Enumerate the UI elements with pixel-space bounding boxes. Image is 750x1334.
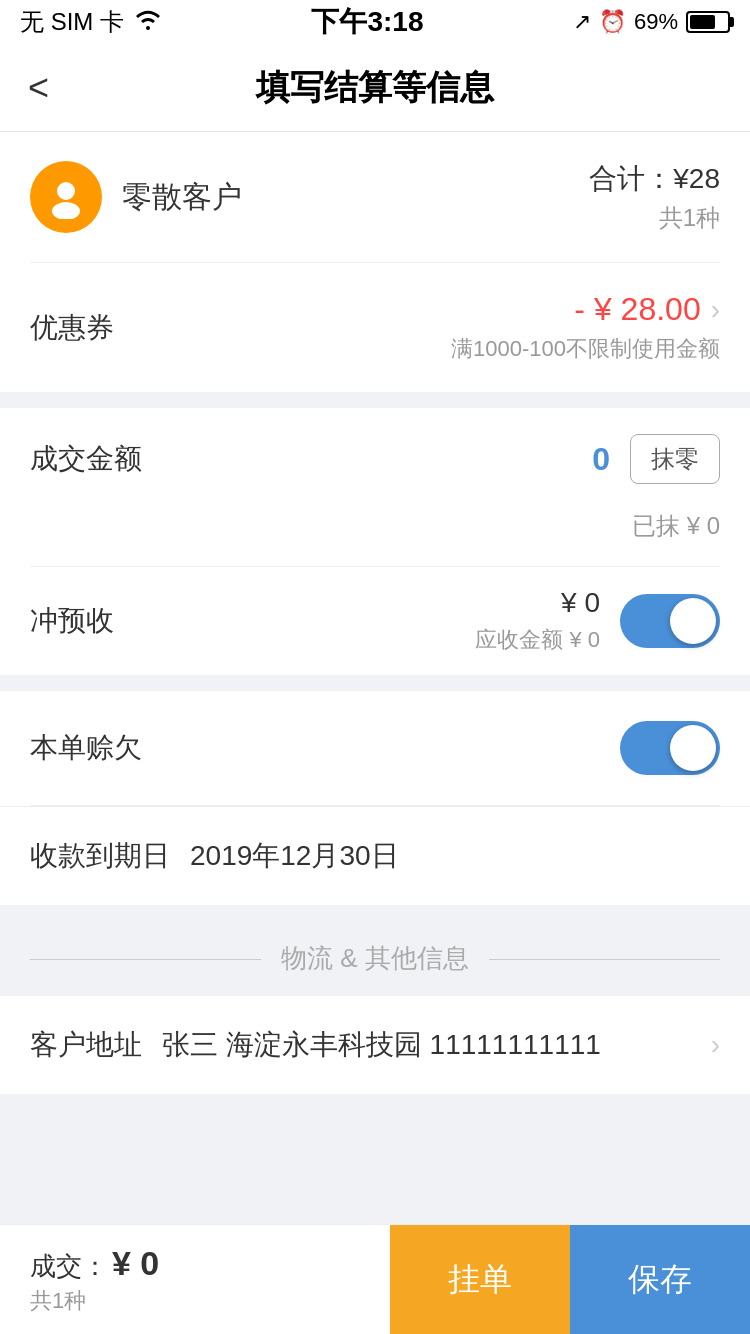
rounded-sub: 已抹 ¥ 0 — [0, 510, 750, 566]
no-sim-text: 无 SIM 卡 — [20, 6, 124, 38]
advance-toggle[interactable] — [620, 594, 720, 648]
customer-row: 零散客户 合计：¥28 共1种 — [0, 132, 750, 262]
advance-sub: 应收金额 ¥ 0 — [475, 625, 600, 655]
due-date-value: 2019年12月30日 — [190, 837, 399, 875]
svg-point-1 — [52, 202, 80, 219]
customer-count: 共1种 — [589, 202, 720, 234]
hang-order-button[interactable]: 挂单 — [390, 1225, 570, 1335]
advance-right: ¥ 0 应收金额 ¥ 0 — [475, 587, 600, 655]
page-title: 填写结算等信息 — [256, 65, 494, 111]
address-row[interactable]: 客户地址 张三 海淀永丰科技园 11111111111 › — [0, 996, 750, 1094]
due-date-label: 收款到期日 — [30, 837, 170, 875]
address-value: 张三 海淀永丰科技园 11111111111 — [162, 1026, 711, 1064]
back-button[interactable]: < — [28, 67, 49, 109]
due-date-row: 收款到期日 2019年12月30日 — [0, 806, 750, 905]
coupon-label: 优惠券 — [30, 309, 114, 347]
debt-toggle[interactable] — [620, 721, 720, 775]
transaction-label: 成交金额 — [30, 440, 142, 478]
customer-right: 合计：¥28 共1种 — [589, 160, 720, 234]
status-bar: 无 SIM 卡 下午3:18 ↗ ⏰ 69% — [0, 0, 750, 44]
customer-section: 零散客户 合计：¥28 共1种 优惠券 - ¥ 28.00 › 满1000-10… — [0, 132, 750, 392]
round-zero-button[interactable]: 抹零 — [630, 434, 720, 484]
wifi-icon — [134, 8, 162, 36]
debt-label: 本单赊欠 — [30, 729, 142, 767]
chevron-right-icon: › — [711, 294, 720, 326]
alarm-icon: ⏰ — [599, 9, 626, 35]
customer-left: 零散客户 — [30, 161, 242, 233]
bottom-summary: 成交： ¥ 0 共1种 — [0, 1244, 390, 1316]
customer-total: 合计：¥28 — [589, 160, 720, 198]
advance-amount: ¥ 0 — [561, 587, 600, 619]
debt-section: 本单赊欠 收款到期日 2019年12月30日 — [0, 691, 750, 905]
status-time: 下午3:18 — [311, 3, 423, 41]
nav-bar: < 填写结算等信息 — [0, 44, 750, 132]
customer-name: 零散客户 — [122, 177, 242, 218]
coupon-desc: 满1000-100不限制使用金额 — [451, 334, 720, 364]
save-button[interactable]: 保存 — [570, 1225, 750, 1335]
coupon-row[interactable]: 优惠券 - ¥ 28.00 › 满1000-100不限制使用金额 — [0, 263, 750, 392]
logistics-text: 物流 & 其他信息 — [261, 941, 489, 976]
customer-avatar — [30, 161, 102, 233]
battery-percent: 69% — [634, 9, 678, 35]
battery-icon — [686, 11, 730, 33]
advance-label: 冲预收 — [30, 602, 114, 640]
advance-row: 冲预收 ¥ 0 应收金额 ¥ 0 — [0, 567, 750, 675]
address-chevron-icon: › — [711, 1029, 720, 1061]
debt-row: 本单赊欠 — [0, 691, 750, 805]
bottom-bar: 成交： ¥ 0 共1种 挂单 保存 — [0, 1224, 750, 1334]
address-section: 客户地址 张三 海淀永丰科技园 11111111111 › — [0, 996, 750, 1094]
location-icon: ↗ — [573, 9, 591, 35]
status-right: ↗ ⏰ 69% — [573, 9, 730, 35]
bottom-summary-amount: ¥ 0 — [112, 1244, 159, 1283]
transaction-section: 成交金额 0 抹零 已抹 ¥ 0 冲预收 ¥ 0 应收金额 ¥ 0 — [0, 408, 750, 675]
toggle-thumb — [670, 598, 716, 644]
svg-point-0 — [57, 182, 75, 200]
transaction-value-area: 0 抹零 — [570, 434, 720, 484]
debt-toggle-thumb — [670, 725, 716, 771]
address-label: 客户地址 — [30, 1026, 142, 1064]
transaction-value[interactable]: 0 — [570, 441, 610, 478]
content-area: 零散客户 合计：¥28 共1种 优惠券 - ¥ 28.00 › 满1000-10… — [0, 132, 750, 1230]
bottom-summary-label: 成交： — [30, 1249, 108, 1284]
coupon-discount: - ¥ 28.00 — [574, 291, 700, 328]
bottom-summary-count: 共1种 — [30, 1286, 360, 1316]
transaction-amount-row: 成交金额 0 抹零 — [0, 408, 750, 510]
status-left: 无 SIM 卡 — [20, 6, 162, 38]
logistics-header: 物流 & 其他信息 — [0, 921, 750, 996]
